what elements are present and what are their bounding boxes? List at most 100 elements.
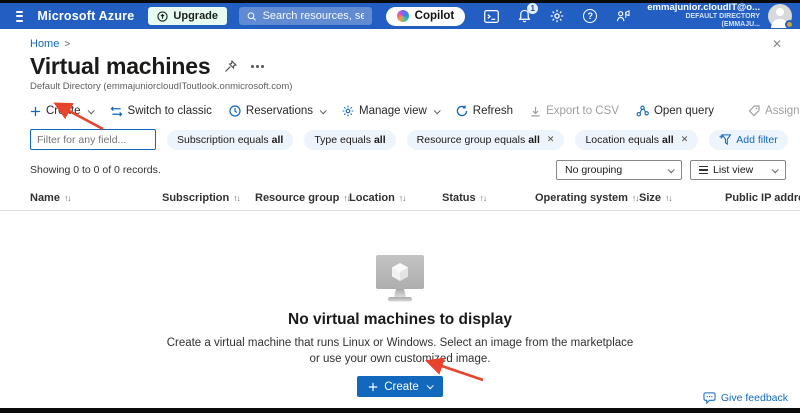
breadcrumb-home-link[interactable]: Home <box>30 38 59 50</box>
assign-tags-button[interactable]: Assign tags <box>748 105 800 117</box>
hamburger-menu-icon[interactable] <box>16 10 24 22</box>
remove-filter-icon[interactable]: ✕ <box>547 134 555 145</box>
filter-pill-subscription[interactable]: Subscription equals all <box>167 129 294 150</box>
copilot-icon <box>396 10 409 22</box>
sort-icon: ↑↓ <box>398 193 406 203</box>
switch-to-classic-label: Switch to classic <box>127 105 212 117</box>
column-header-status[interactable]: Status ↑↓ <box>442 192 535 204</box>
empty-state: No virtual machines to display Create a … <box>0 255 800 413</box>
help-glyph: ? <box>583 9 598 23</box>
manage-view-button[interactable]: Manage view <box>342 105 441 117</box>
breadcrumb: Home > ✕ <box>0 29 800 51</box>
brand-title[interactable]: Microsoft Azure <box>37 9 134 23</box>
cloud-shell-icon[interactable] <box>483 8 499 24</box>
grouping-select[interactable]: No grouping <box>556 160 682 180</box>
give-feedback-button[interactable]: Give feedback <box>703 392 788 404</box>
virtual-machine-monitor-icon <box>376 255 424 302</box>
upgrade-label: Upgrade <box>173 10 219 22</box>
column-header-subscription[interactable]: Subscription ↑↓ <box>162 192 255 204</box>
sort-icon: ↑↓ <box>479 193 487 203</box>
gear-icon <box>342 105 354 117</box>
clock-icon <box>229 105 241 117</box>
search-input[interactable] <box>262 10 364 22</box>
page-subtitle: Default Directory (emmajuniorcloudIToutl… <box>30 81 293 92</box>
switch-icon <box>110 105 122 117</box>
feedback-bubble-icon <box>703 392 716 404</box>
records-row: Showing 0 to 0 of 0 records. No grouping… <box>0 150 800 180</box>
copilot-label: Copilot <box>414 10 455 22</box>
give-feedback-label: Give feedback <box>720 392 788 404</box>
assign-tags-label: Assign tags <box>765 105 800 117</box>
sort-icon: ↑↓ <box>631 193 639 203</box>
notifications-bell-icon[interactable]: 1 <box>516 3 539 24</box>
global-search[interactable] <box>239 7 372 25</box>
create-label: Create <box>46 105 81 117</box>
download-icon <box>531 106 540 116</box>
presence-dot <box>785 20 794 29</box>
records-summary: Showing 0 to 0 of 0 records. <box>30 164 161 176</box>
upgrade-arrow-icon <box>157 10 169 22</box>
sort-icon: ↑↓ <box>63 193 71 203</box>
create-vm-label: Create <box>384 380 419 393</box>
view-select[interactable]: List view <box>690 160 786 180</box>
column-header-size[interactable]: Size ↑↓ <box>639 192 725 204</box>
account-menu[interactable]: emmajunior.cloudIT@o... DEFAULT DIRECTOR… <box>647 2 760 30</box>
breadcrumb-separator: > <box>64 38 71 50</box>
empty-state-description: Create a virtual machine that runs Linux… <box>166 337 634 365</box>
reservations-button[interactable]: Reservations <box>229 105 327 117</box>
export-to-csv-button[interactable]: Export to CSV <box>530 105 619 117</box>
azure-top-bar: Microsoft Azure Upgrade Copilot 1 ? <box>0 2 800 30</box>
feedback-icon[interactable] <box>615 8 631 24</box>
filter-input[interactable] <box>30 129 156 150</box>
sort-icon: ↑↓ <box>665 193 672 203</box>
filter-pill-resource-group[interactable]: Resource group equals all ✕ <box>406 129 565 150</box>
title-more-icon[interactable] <box>251 65 264 68</box>
column-header-resource-group[interactable]: Resource group ↑↓ <box>255 192 351 204</box>
grouping-value: No grouping <box>565 164 623 176</box>
settings-gear-icon[interactable] <box>549 8 565 24</box>
open-query-button[interactable]: Open query <box>636 105 714 117</box>
switch-to-classic-button[interactable]: Switch to classic <box>110 105 212 117</box>
empty-state-title: No virtual machines to display <box>288 311 512 328</box>
column-header-public-ip[interactable]: Public IP address↑↓ <box>725 192 800 204</box>
chevron-down-icon <box>667 165 675 173</box>
add-filter-button[interactable]: Add filter <box>709 129 788 150</box>
upgrade-button[interactable]: Upgrade <box>148 7 228 25</box>
reservations-label: Reservations <box>245 105 314 117</box>
filter-pill-location[interactable]: Location equals all ✕ <box>575 129 699 150</box>
tag-icon <box>748 105 760 117</box>
refresh-button[interactable]: Refresh <box>456 105 513 117</box>
avatar[interactable] <box>768 4 794 29</box>
topbar-icon-group: 1 ? <box>483 3 631 24</box>
query-icon <box>636 105 649 117</box>
export-to-csv-label: Export to CSV <box>546 105 619 117</box>
chevron-down-icon <box>771 165 779 173</box>
search-icon <box>247 11 256 21</box>
remove-filter-icon[interactable]: ✕ <box>681 134 689 145</box>
create-button[interactable]: Create <box>30 105 95 117</box>
window-bottom-edge <box>0 408 800 413</box>
help-icon[interactable]: ? <box>582 8 598 24</box>
sort-icon: ↑↓ <box>233 193 240 203</box>
manage-view-label: Manage view <box>359 105 427 117</box>
azure-portal-window: Microsoft Azure Upgrade Copilot 1 ? <box>0 0 800 413</box>
close-icon[interactable]: ✕ <box>768 37 786 51</box>
refresh-label: Refresh <box>472 105 514 117</box>
copilot-button[interactable]: Copilot <box>385 6 466 26</box>
filter-bar: Subscription equalsall Type equalsall Re… <box>0 118 800 150</box>
filter-pill-type[interactable]: Type equals all <box>304 129 396 150</box>
command-bar: Create Switch to classic Reservations Ma… <box>0 92 800 118</box>
open-query-label: Open query <box>653 105 715 117</box>
page-title: Virtual machines <box>30 53 211 79</box>
list-view-icon <box>699 165 708 175</box>
create-vm-button[interactable]: Create <box>357 376 443 398</box>
plus-icon <box>30 106 41 116</box>
table-header-row: Name ↑↓ Subscription ↑↓ Resource group ↑↓ L… <box>0 180 800 211</box>
notification-count-badge: 1 <box>527 3 539 14</box>
column-header-operating-system[interactable]: Operating system ↑↓ <box>535 192 639 204</box>
column-header-location[interactable]: Location ↑↓ <box>349 192 442 204</box>
pin-icon[interactable] <box>224 60 238 73</box>
column-header-name[interactable]: Name ↑↓ <box>30 192 162 204</box>
page-header: Virtual machines <box>0 51 800 80</box>
chevron-down-icon <box>87 106 95 114</box>
